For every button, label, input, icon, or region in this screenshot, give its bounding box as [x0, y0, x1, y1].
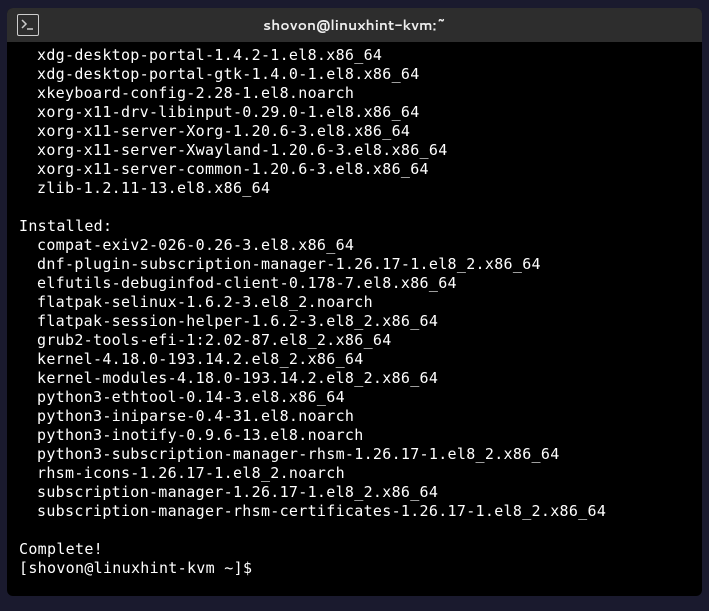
package-line: xdg-desktop-portal-gtk-1.4.0-1.el8.x86_6… [19, 65, 690, 84]
complete-message: Complete! [19, 540, 690, 559]
package-line: python3-subscription-manager-rhsm-1.26.1… [19, 445, 690, 464]
package-line: grub2-tools-efi-1:2.02-87.el8_2.x86_64 [19, 331, 690, 350]
package-line: kernel-4.18.0-193.14.2.el8_2.x86_64 [19, 350, 690, 369]
package-line: python3-inotify-0.9.6-13.el8.noarch [19, 426, 690, 445]
package-line: xorg-x11-drv-libinput-0.29.0-1.el8.x86_6… [19, 103, 690, 122]
package-line: xdg-desktop-portal-1.4.2-1.el8.x86_64 [19, 46, 690, 65]
package-line: python3-iniparse-0.4-31.el8.noarch [19, 407, 690, 426]
package-line: flatpak-selinux-1.6.2-3.el8_2.noarch [19, 293, 690, 312]
upgraded-list: xdg-desktop-portal-1.4.2-1.el8.x86_64 xd… [19, 46, 690, 198]
package-line: subscription-manager-rhsm-certificates-1… [19, 502, 690, 521]
package-line: rhsm-icons-1.26.17-1.el8_2.noarch [19, 464, 690, 483]
terminal-window: shovon@linuxhint-kvm:~ xdg-desktop-porta… [7, 8, 702, 596]
installed-header: Installed: [19, 217, 690, 236]
package-line: subscription-manager-1.26.17-1.el8_2.x86… [19, 483, 690, 502]
blank-line [19, 521, 690, 540]
package-line: zlib-1.2.11-13.el8.x86_64 [19, 179, 690, 198]
package-line: xorg-x11-server-Xwayland-1.20.6-3.el8.x8… [19, 141, 690, 160]
package-line: elfutils-debuginfod-client-0.178-7.el8.x… [19, 274, 690, 293]
title-bar: shovon@linuxhint-kvm:~ [7, 8, 702, 42]
terminal-icon[interactable] [17, 14, 39, 36]
package-line: dnf-plugin-subscription-manager-1.26.17-… [19, 255, 690, 274]
window-title: shovon@linuxhint-kvm:~ [7, 15, 702, 35]
package-line: flatpak-session-helper-1.6.2-3.el8_2.x86… [19, 312, 690, 331]
package-line: compat-exiv2-026-0.26-3.el8.x86_64 [19, 236, 690, 255]
package-line: xorg-x11-server-Xorg-1.20.6-3.el8.x86_64 [19, 122, 690, 141]
package-line: python3-ethtool-0.14-3.el8.x86_64 [19, 388, 690, 407]
package-line: xkeyboard-config-2.28-1.el8.noarch [19, 84, 690, 103]
installed-list: compat-exiv2-026-0.26-3.el8.x86_64 dnf-p… [19, 236, 690, 521]
package-line: kernel-modules-4.18.0-193.14.2.el8_2.x86… [19, 369, 690, 388]
package-line: xorg-x11-server-common-1.20.6-3.el8.x86_… [19, 160, 690, 179]
blank-line [19, 198, 690, 217]
shell-prompt[interactable]: [shovon@linuxhint-kvm ~]$ [19, 559, 690, 578]
terminal-content[interactable]: xdg-desktop-portal-1.4.2-1.el8.x86_64 xd… [7, 42, 702, 596]
